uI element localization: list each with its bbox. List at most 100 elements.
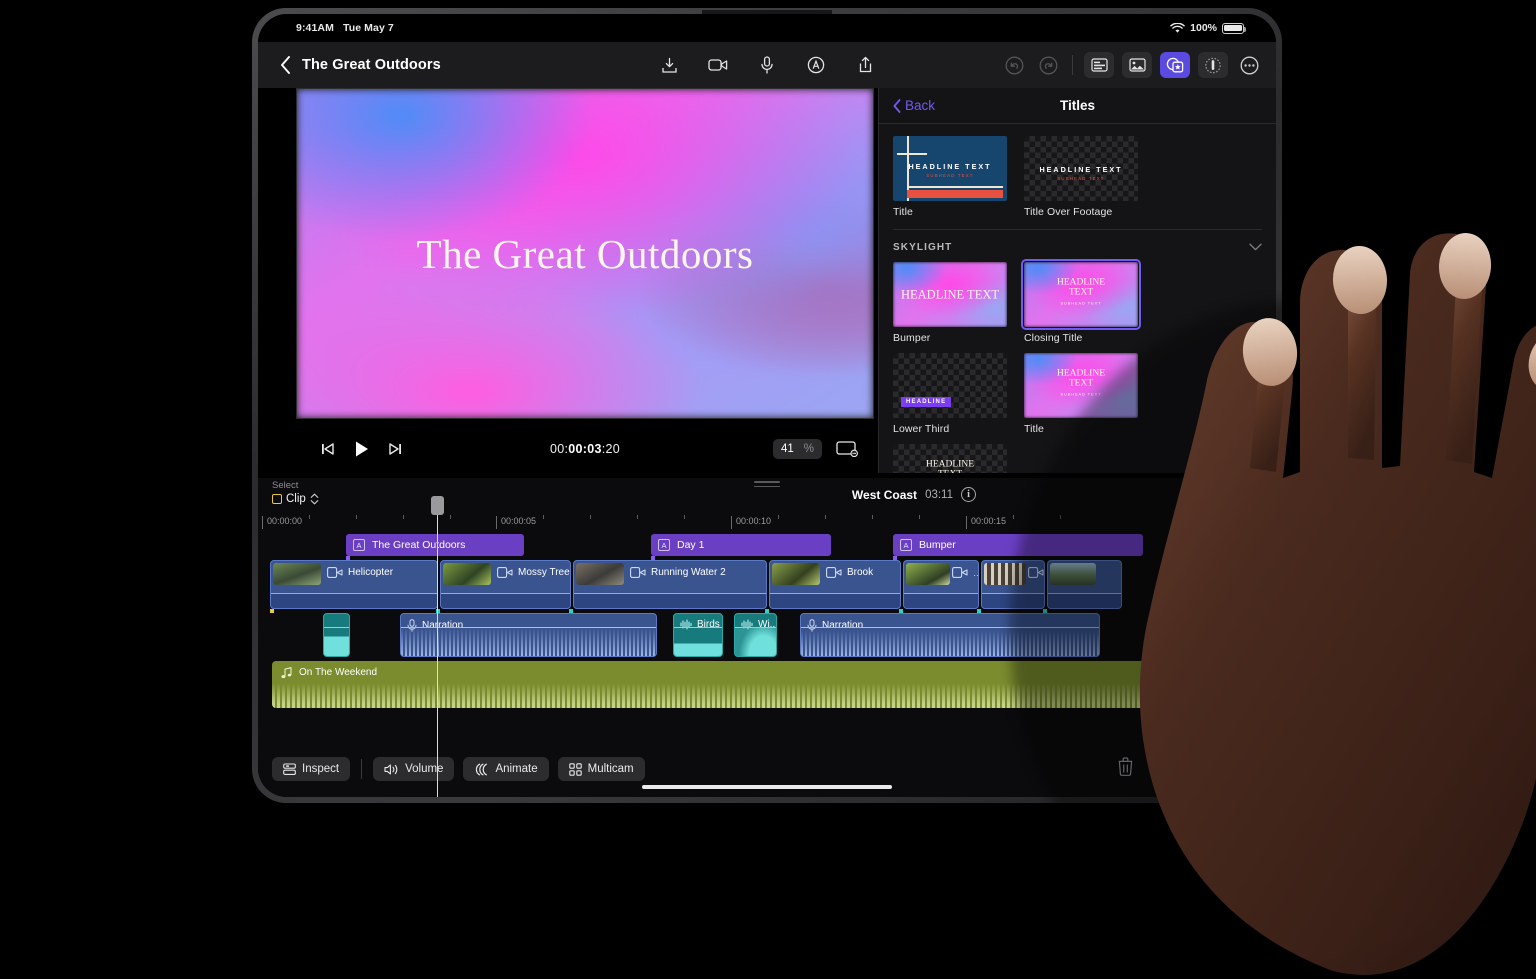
volume-icon	[384, 763, 398, 775]
clip-thumbnail	[906, 563, 950, 585]
import-icon[interactable]	[656, 52, 682, 78]
preview-area: The Great Outdoors 00:00:03:20 41 %	[296, 88, 874, 478]
status-time: 9:41AM	[296, 22, 334, 34]
audio-clip[interactable]: Wi...	[734, 613, 777, 657]
back-button[interactable]	[272, 52, 298, 78]
panel-back-label: Back	[905, 98, 936, 113]
title-card-title-sky[interactable]: HEADLINE TEXT SUBHEAD TEXT Title	[1024, 353, 1138, 435]
music-track: On The Weekend	[272, 661, 1276, 708]
more-icon[interactable]	[1236, 52, 1262, 78]
classic-title-preview: HEADLINE TEXT SUBHEAD TEXT	[893, 136, 1007, 201]
skip-back-icon[interactable]	[312, 434, 342, 464]
microphone-icon[interactable]	[754, 52, 780, 78]
title-card-title[interactable]: HEADLINE TEXT SUBHEAD TEXT Title	[893, 136, 1007, 218]
section-header-skylight[interactable]: SKYLIGHT	[879, 230, 1276, 260]
skip-forward-icon[interactable]	[380, 434, 410, 464]
audio-waveform	[674, 628, 722, 656]
media-library-icon[interactable]	[1122, 52, 1152, 78]
select-mode-control[interactable]: Select Clip	[272, 480, 319, 505]
status-bar-right: 100%	[1170, 22, 1247, 34]
approve-icon[interactable]	[1170, 756, 1191, 782]
timeline-ruler[interactable]: 00:00:00 00:00:05 00:00:10 00:00:15	[258, 514, 1276, 534]
title-clip[interactable]: A The Great Outdoors	[346, 534, 524, 556]
video-clip[interactable]	[981, 560, 1045, 609]
toolbar-center-group	[656, 52, 878, 78]
volume-button[interactable]: Volume	[373, 757, 455, 781]
video-clip-icon	[1028, 567, 1044, 578]
video-clip[interactable]: Mossy Tree	[440, 560, 571, 609]
title-card-label: Closing Title	[1024, 332, 1083, 344]
title-card-bumper[interactable]: HEADLINE TEXT Bumper	[893, 262, 1007, 344]
audio-clip[interactable]: Narration	[400, 613, 657, 657]
select-mode-value: Clip	[286, 493, 306, 505]
transport-buttons	[312, 434, 410, 464]
panel-body[interactable]: HEADLINE TEXT SUBHEAD TEXT Title HEADLIN…	[879, 124, 1276, 473]
video-clip[interactable]: …	[903, 560, 979, 609]
audio-waveform	[735, 628, 776, 656]
multicam-button[interactable]: Multicam	[557, 757, 645, 781]
split-icon[interactable]	[1227, 757, 1248, 781]
playhead-handle[interactable]	[431, 496, 444, 515]
video-clip-icon	[826, 567, 842, 578]
playhead[interactable]	[431, 496, 444, 797]
video-clip[interactable]: Helicopter	[270, 560, 438, 609]
undo-icon[interactable]	[1001, 52, 1027, 78]
video-clip-label	[1028, 567, 1044, 578]
play-icon[interactable]	[346, 434, 376, 464]
video-clip-label: Brook	[826, 567, 873, 578]
clip-thumbnail	[772, 563, 820, 585]
video-clip[interactable]: Running Water 2	[573, 560, 767, 609]
timecode-head: 00:	[549, 441, 569, 456]
share-icon[interactable]	[852, 52, 878, 78]
zoom-value: 41	[780, 442, 794, 455]
chevron-down-icon[interactable]	[1249, 238, 1262, 256]
video-clip-label: Running Water 2	[630, 567, 726, 578]
battery-percent: 100%	[1190, 22, 1217, 34]
title-card-title-over-footage[interactable]: HEADLINE TEXT SUBHEAD TEXT Title Over Fo…	[1024, 136, 1138, 218]
select-mode-value-row: Clip	[272, 493, 319, 505]
title-badge: A	[900, 539, 912, 551]
thumb-headline-block: HEADLINETEXT SUBHEAD TEXT	[1024, 277, 1138, 305]
music-clip[interactable]: On The Weekend	[272, 661, 1276, 708]
redo-icon[interactable]	[1035, 52, 1061, 78]
status-bar-left: 9:41AM Tue May 7	[296, 22, 394, 34]
audio-icon[interactable]	[1198, 52, 1228, 78]
title-card-label: Title Over Footage	[1024, 206, 1113, 218]
title-card-lower-third[interactable]: HEADLINE Lower Third	[893, 353, 1007, 435]
thumb-headline: HEADLINE	[901, 397, 952, 407]
inspect-button[interactable]: Inspect	[272, 757, 351, 781]
trash-icon[interactable]	[1117, 757, 1134, 781]
home-indicator[interactable]	[642, 785, 892, 789]
title-card-title-over-footage-sky[interactable]: HEADLINETEXT SUBHEAD TEXT Title Over Foo…	[893, 444, 1007, 473]
audio-clip[interactable]: Birds	[673, 613, 723, 657]
zoom-level-field[interactable]: 41 %	[772, 438, 822, 459]
clip-thumbnail	[576, 563, 624, 585]
clip-thumbnail	[273, 563, 321, 585]
audio-clip[interactable]: Narration	[800, 613, 1100, 657]
title-card-closing-title[interactable]: HEADLINE TEXT SUBHEAD TEXT Closing Title	[1021, 259, 1141, 344]
title-thumbnail: HEADLINE TEXT	[893, 262, 1007, 327]
ruler-label: 00:00:00	[262, 516, 302, 529]
info-icon[interactable]: i	[961, 487, 976, 502]
voiceover-draw-icon[interactable]	[803, 52, 829, 78]
status-date: Tue May 7	[342, 22, 394, 34]
viewer-options-icon[interactable]	[832, 434, 862, 464]
chevron-left-icon	[893, 98, 901, 113]
camera-icon[interactable]	[705, 52, 731, 78]
video-clip[interactable]: Brook	[769, 560, 901, 609]
clip-thumbnail	[984, 563, 1026, 585]
panel-back-button[interactable]: Back	[893, 98, 935, 113]
titles-panel-icon[interactable]	[1084, 52, 1114, 78]
status-bar: 9:41AM Tue May 7 100%	[258, 14, 1276, 42]
video-viewer[interactable]: The Great Outdoors	[296, 88, 874, 419]
animate-button[interactable]: Animate	[463, 757, 549, 781]
effects-icon[interactable]	[1160, 52, 1190, 78]
title-clip[interactable]: A Bumper	[893, 534, 1143, 556]
titles-browser-panel: Back Titles HEADLINE TEXT SUBHEAD TEXT T…	[878, 88, 1276, 473]
title-clip[interactable]: A Day 1	[651, 534, 831, 556]
playhead-timecode[interactable]: 00:00:03:20	[535, 436, 635, 461]
video-clip[interactable]	[1047, 560, 1122, 609]
title-thumbnail: HEADLINE	[893, 353, 1007, 418]
app-screen: 9:41AM Tue May 7 100% The Great Outdoors…	[258, 14, 1276, 797]
audio-clip[interactable]	[323, 613, 350, 657]
